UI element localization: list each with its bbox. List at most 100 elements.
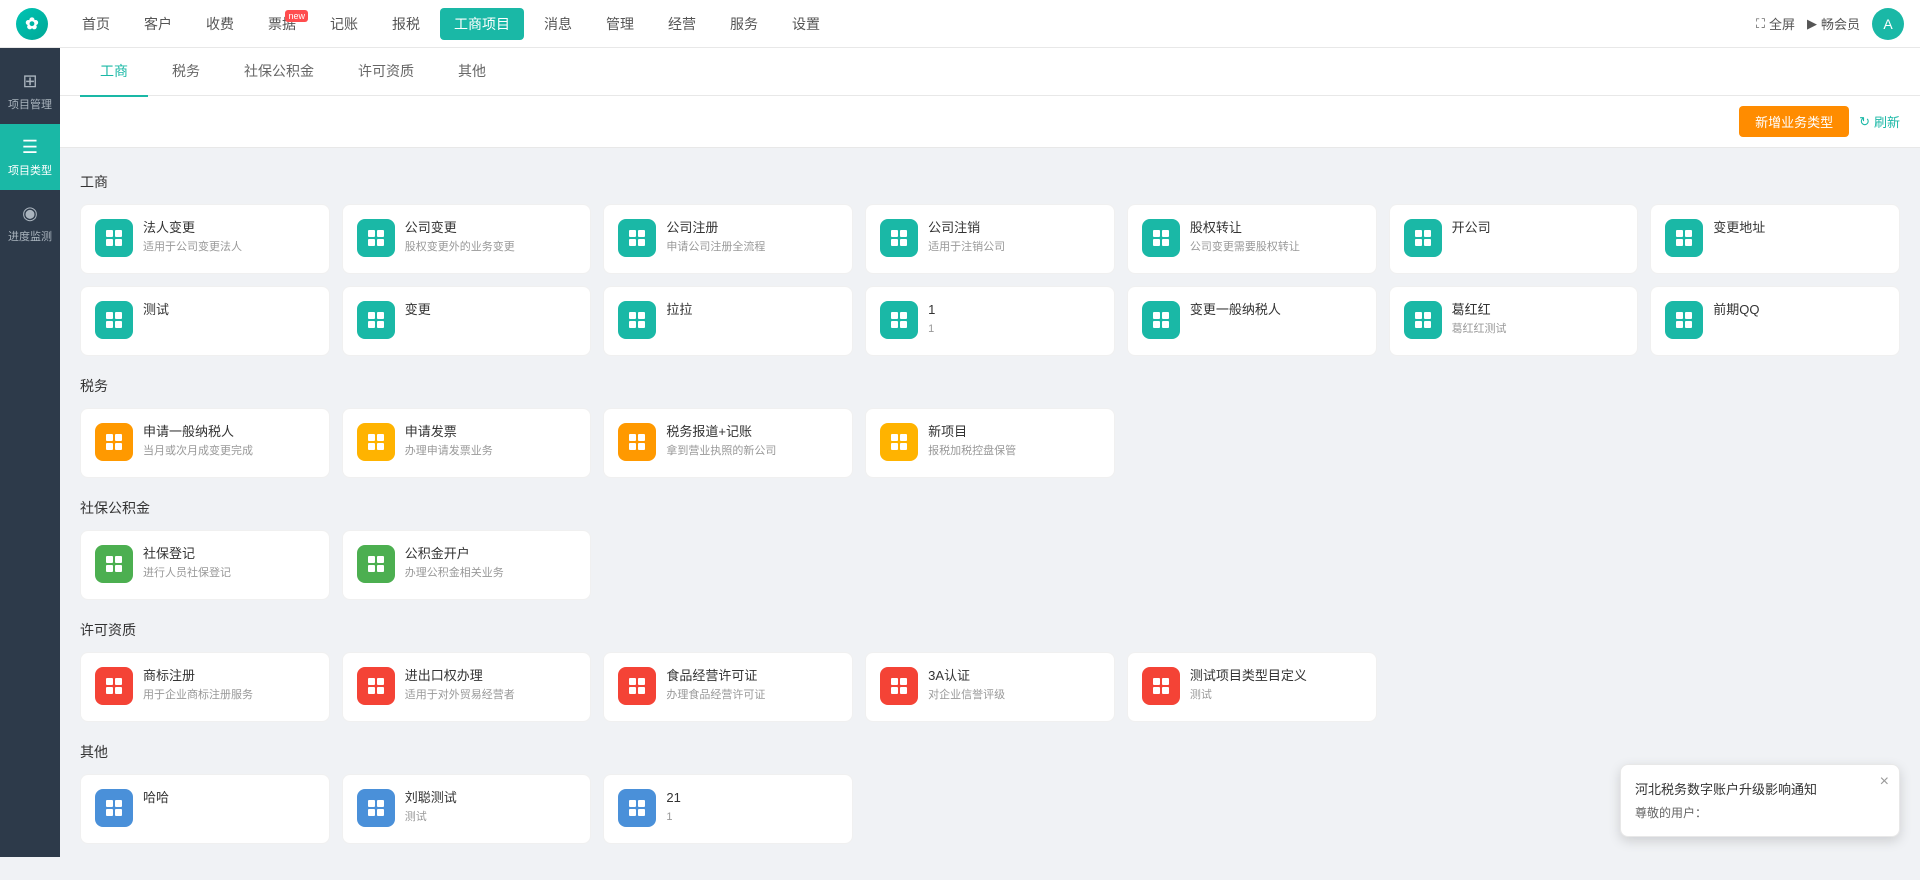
service-card-测试项目类型目定义[interactable]: 测试项目类型目定义测试 [1127, 652, 1377, 722]
service-card-公积金开户[interactable]: 公积金开户办理公积金相关业务 [342, 530, 592, 600]
nav-item-服务[interactable]: 服务 [716, 8, 772, 40]
service-card-公司注册[interactable]: 公司注册申请公司注册全流程 [603, 204, 853, 274]
card-desc: 办理公积金相关业务 [405, 566, 577, 581]
service-card-3A认证[interactable]: 3A认证对企业信誉评级 [865, 652, 1115, 722]
sidebar-item-进度监测[interactable]: ◉进度监测 [0, 190, 60, 256]
service-card-哈哈[interactable]: 哈哈 [80, 774, 330, 844]
service-card-变更[interactable]: 变更 [342, 286, 592, 356]
card-icon [880, 667, 918, 705]
nav-item-工商项目[interactable]: 工商项目 [440, 8, 524, 40]
card-info: 公司注销适用于注销公司 [928, 219, 1100, 256]
card-desc: 测试 [1190, 688, 1362, 703]
service-card-刘聪测试[interactable]: 刘聪测试测试 [342, 774, 592, 844]
service-card-拉拉[interactable]: 拉拉 [603, 286, 853, 356]
vip-label: 畅会员 [1821, 14, 1860, 33]
nav-item-票据[interactable]: 票据new [254, 8, 310, 40]
service-card-开公司[interactable]: 开公司 [1389, 204, 1639, 274]
card-info: 食品经营许可证办理食品经营许可证 [666, 667, 838, 704]
card-title: 商标注册 [143, 667, 315, 685]
card-title: 21 [666, 789, 838, 807]
refresh-button[interactable]: ↻ 刷新 [1859, 112, 1900, 131]
fullscreen-button[interactable]: ⛶ 全屏 [1756, 14, 1795, 33]
service-card-葛红红[interactable]: 葛红红葛红红测试 [1389, 286, 1639, 356]
service-card-法人变更[interactable]: 法人变更适用于公司变更法人 [80, 204, 330, 274]
service-card-公司注销[interactable]: 公司注销适用于注销公司 [865, 204, 1115, 274]
card-info: 进出口权办理适用于对外贸易经营者 [405, 667, 577, 704]
card-icon [618, 301, 656, 339]
card-title: 申请一般纳税人 [143, 423, 315, 441]
service-card-申请发票[interactable]: 申请发票办理申请发票业务 [342, 408, 592, 478]
nav-item-消息[interactable]: 消息 [530, 8, 586, 40]
main-content: 工商税务社保公积金许可资质其他 新增业务类型 ↻ 刷新 工商法人变更适用于公司变… [60, 48, 1920, 880]
add-business-type-button[interactable]: 新增业务类型 [1739, 106, 1849, 137]
section-title-税务: 税务 [80, 376, 1900, 396]
service-card-股权转让[interactable]: 股权转让公司变更需要股权转让 [1127, 204, 1377, 274]
tab-税务[interactable]: 税务 [152, 47, 220, 97]
card-title: 股权转让 [1190, 219, 1362, 237]
card-desc: 适用于对外贸易经营者 [405, 688, 577, 703]
service-card-公司变更[interactable]: 公司变更股权变更外的业务变更 [342, 204, 592, 274]
card-info: 变更地址 [1713, 219, 1885, 237]
tab-工商[interactable]: 工商 [80, 47, 148, 97]
tab-许可资质[interactable]: 许可资质 [338, 47, 434, 97]
nav-item-经营[interactable]: 经营 [654, 8, 710, 40]
service-card-21[interactable]: 211 [603, 774, 853, 844]
card-icon [1665, 219, 1703, 257]
service-card-变更地址[interactable]: 变更地址 [1650, 204, 1900, 274]
card-icon [1404, 301, 1442, 339]
notification-title: 河北税务数字账户升级影响通知 [1635, 779, 1885, 798]
card-info: 股权转让公司变更需要股权转让 [1190, 219, 1362, 256]
card-info: 3A认证对企业信誉评级 [928, 667, 1100, 704]
service-card-测试[interactable]: 测试 [80, 286, 330, 356]
card-icon [880, 301, 918, 339]
service-card-1[interactable]: 11 [865, 286, 1115, 356]
nav-item-设置[interactable]: 设置 [778, 8, 834, 40]
nav-item-报税[interactable]: 报税 [378, 8, 434, 40]
avatar[interactable]: A [1872, 8, 1904, 40]
nav-item-管理[interactable]: 管理 [592, 8, 648, 40]
service-card-新项目[interactable]: 新项目报税加税控盘保管 [865, 408, 1115, 478]
service-card-前期QQ[interactable]: 前期QQ [1650, 286, 1900, 356]
vip-button[interactable]: ▶ 畅会员 [1807, 14, 1860, 33]
card-icon [357, 301, 395, 339]
card-title: 刘聪测试 [405, 789, 577, 807]
service-card-税务报道+记账[interactable]: 税务报道+记账拿到营业执照的新公司 [603, 408, 853, 478]
card-desc: 测试 [405, 810, 577, 825]
card-info: 刘聪测试测试 [405, 789, 577, 826]
card-title: 拉拉 [666, 301, 838, 319]
nav-item-客户[interactable]: 客户 [130, 8, 186, 40]
service-card-进出口权办理[interactable]: 进出口权办理适用于对外贸易经营者 [342, 652, 592, 722]
notification-close-button[interactable]: × [1880, 773, 1889, 791]
card-desc: 办理食品经营许可证 [666, 688, 838, 703]
nav-item-收费[interactable]: 收费 [192, 8, 248, 40]
service-card-商标注册[interactable]: 商标注册用于企业商标注册服务 [80, 652, 330, 722]
card-icon [618, 667, 656, 705]
section-title-其他: 其他 [80, 742, 1900, 762]
card-title: 变更 [405, 301, 577, 319]
card-icon [357, 789, 395, 827]
sidebar-item-项目类型[interactable]: ☰项目类型 [0, 124, 60, 190]
fullscreen-icon: ⛶ [1756, 16, 1765, 32]
tab-社保公积金[interactable]: 社保公积金 [224, 47, 334, 97]
card-desc: 葛红红测试 [1452, 322, 1624, 337]
service-card-食品经营许可证[interactable]: 食品经营许可证办理食品经营许可证 [603, 652, 853, 722]
card-info: 211 [666, 789, 838, 826]
card-info: 测试 [143, 301, 315, 319]
card-title: 测试项目类型目定义 [1190, 667, 1362, 685]
sidebar-icon: ◉ [19, 202, 41, 224]
vip-icon: ▶ [1807, 16, 1817, 32]
section-title-社保公积金: 社保公积金 [80, 498, 1900, 518]
card-title: 葛红红 [1452, 301, 1624, 319]
tab-其他[interactable]: 其他 [438, 47, 506, 97]
service-card-社保登记[interactable]: 社保登记进行人员社保登记 [80, 530, 330, 600]
card-info: 商标注册用于企业商标注册服务 [143, 667, 315, 704]
card-desc: 适用于注销公司 [928, 240, 1100, 255]
card-title: 法人变更 [143, 219, 315, 237]
nav-item-记账[interactable]: 记账 [316, 8, 372, 40]
service-card-变更一般纳税人[interactable]: 变更一般纳税人 [1127, 286, 1377, 356]
sidebar-item-项目管理[interactable]: ⊞项目管理 [0, 58, 60, 124]
sidebar-icon: ⊞ [19, 70, 41, 92]
service-card-申请一般纳税人[interactable]: 申请一般纳税人当月或次月成变更完成 [80, 408, 330, 478]
card-title: 前期QQ [1713, 301, 1885, 319]
nav-item-首页[interactable]: 首页 [68, 8, 124, 40]
